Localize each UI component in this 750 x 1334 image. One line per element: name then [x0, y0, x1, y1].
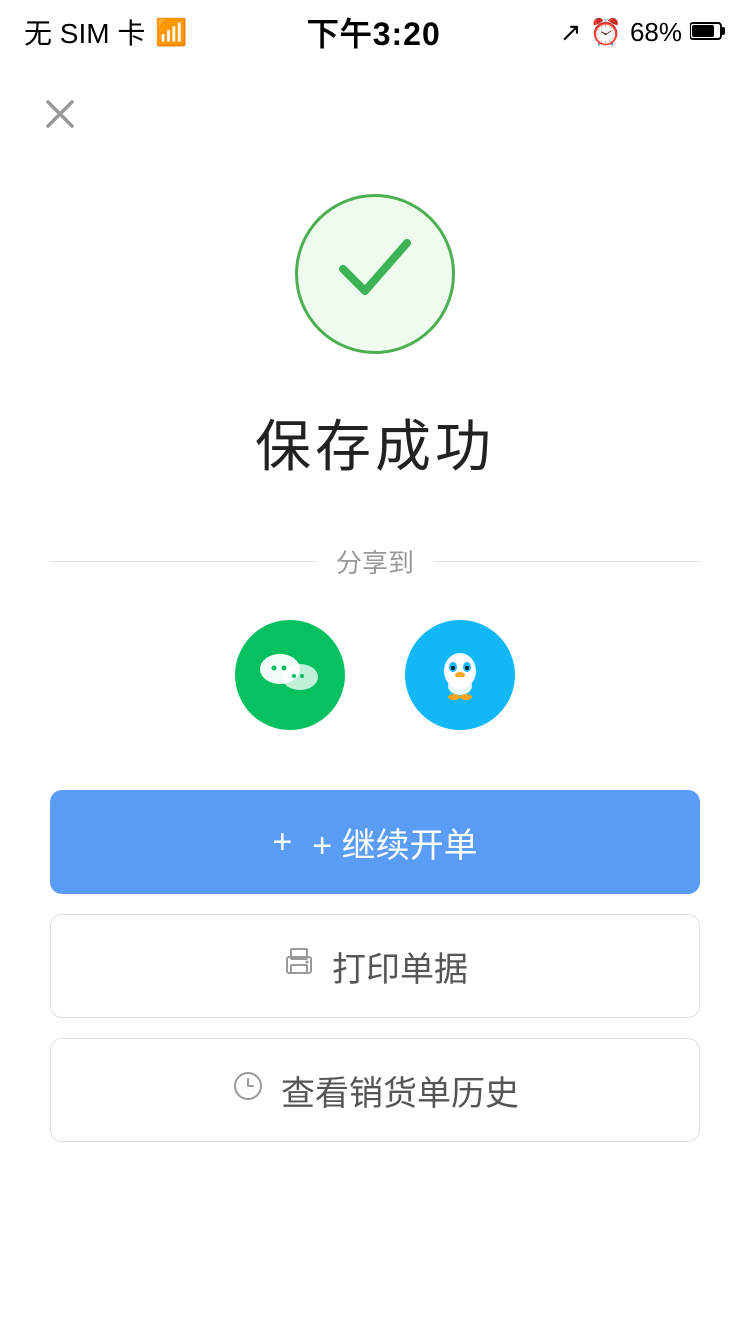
- print-icon: [282, 945, 316, 988]
- history-icon: [231, 1069, 265, 1112]
- status-right: ↗ ⏰ 68%: [560, 17, 726, 48]
- close-button[interactable]: [30, 84, 90, 144]
- share-label: 分享到: [336, 543, 414, 580]
- success-title: 保存成功: [255, 402, 495, 483]
- continue-icon: +: [272, 823, 292, 862]
- status-bar: 无 SIM 卡 📶 下午3:20 ↗ ⏰ 68%: [0, 0, 750, 64]
- continue-button[interactable]: + + 继续开单: [50, 790, 700, 894]
- wifi-icon: 📶: [155, 17, 187, 48]
- location-icon: ↗: [560, 17, 582, 48]
- history-button[interactable]: 查看销货单历史: [50, 1038, 700, 1142]
- history-label: 查看销货单历史: [281, 1066, 519, 1115]
- main-content: 保存成功 分享到: [0, 144, 750, 1334]
- print-label: 打印单据: [332, 942, 468, 991]
- battery-label: 68%: [630, 17, 682, 48]
- action-buttons: + + 继续开单 打印单据 查看销货单历史: [50, 790, 700, 1142]
- status-left: 无 SIM 卡 📶: [24, 12, 188, 52]
- share-divider: 分享到: [50, 543, 700, 580]
- share-icons-row: [50, 620, 700, 730]
- alarm-icon: ⏰: [590, 17, 622, 48]
- sim-label: 无 SIM 卡: [24, 12, 145, 52]
- wechat-share-button[interactable]: [235, 620, 345, 730]
- qq-share-button[interactable]: [405, 620, 515, 730]
- continue-label: + 继续开单: [312, 818, 477, 867]
- share-section: 分享到: [50, 543, 700, 730]
- print-button[interactable]: 打印单据: [50, 914, 700, 1018]
- status-time: 下午3:20: [307, 9, 441, 55]
- battery-icon: [690, 17, 726, 48]
- checkmark-icon: [335, 233, 415, 316]
- success-icon-circle: [295, 194, 455, 354]
